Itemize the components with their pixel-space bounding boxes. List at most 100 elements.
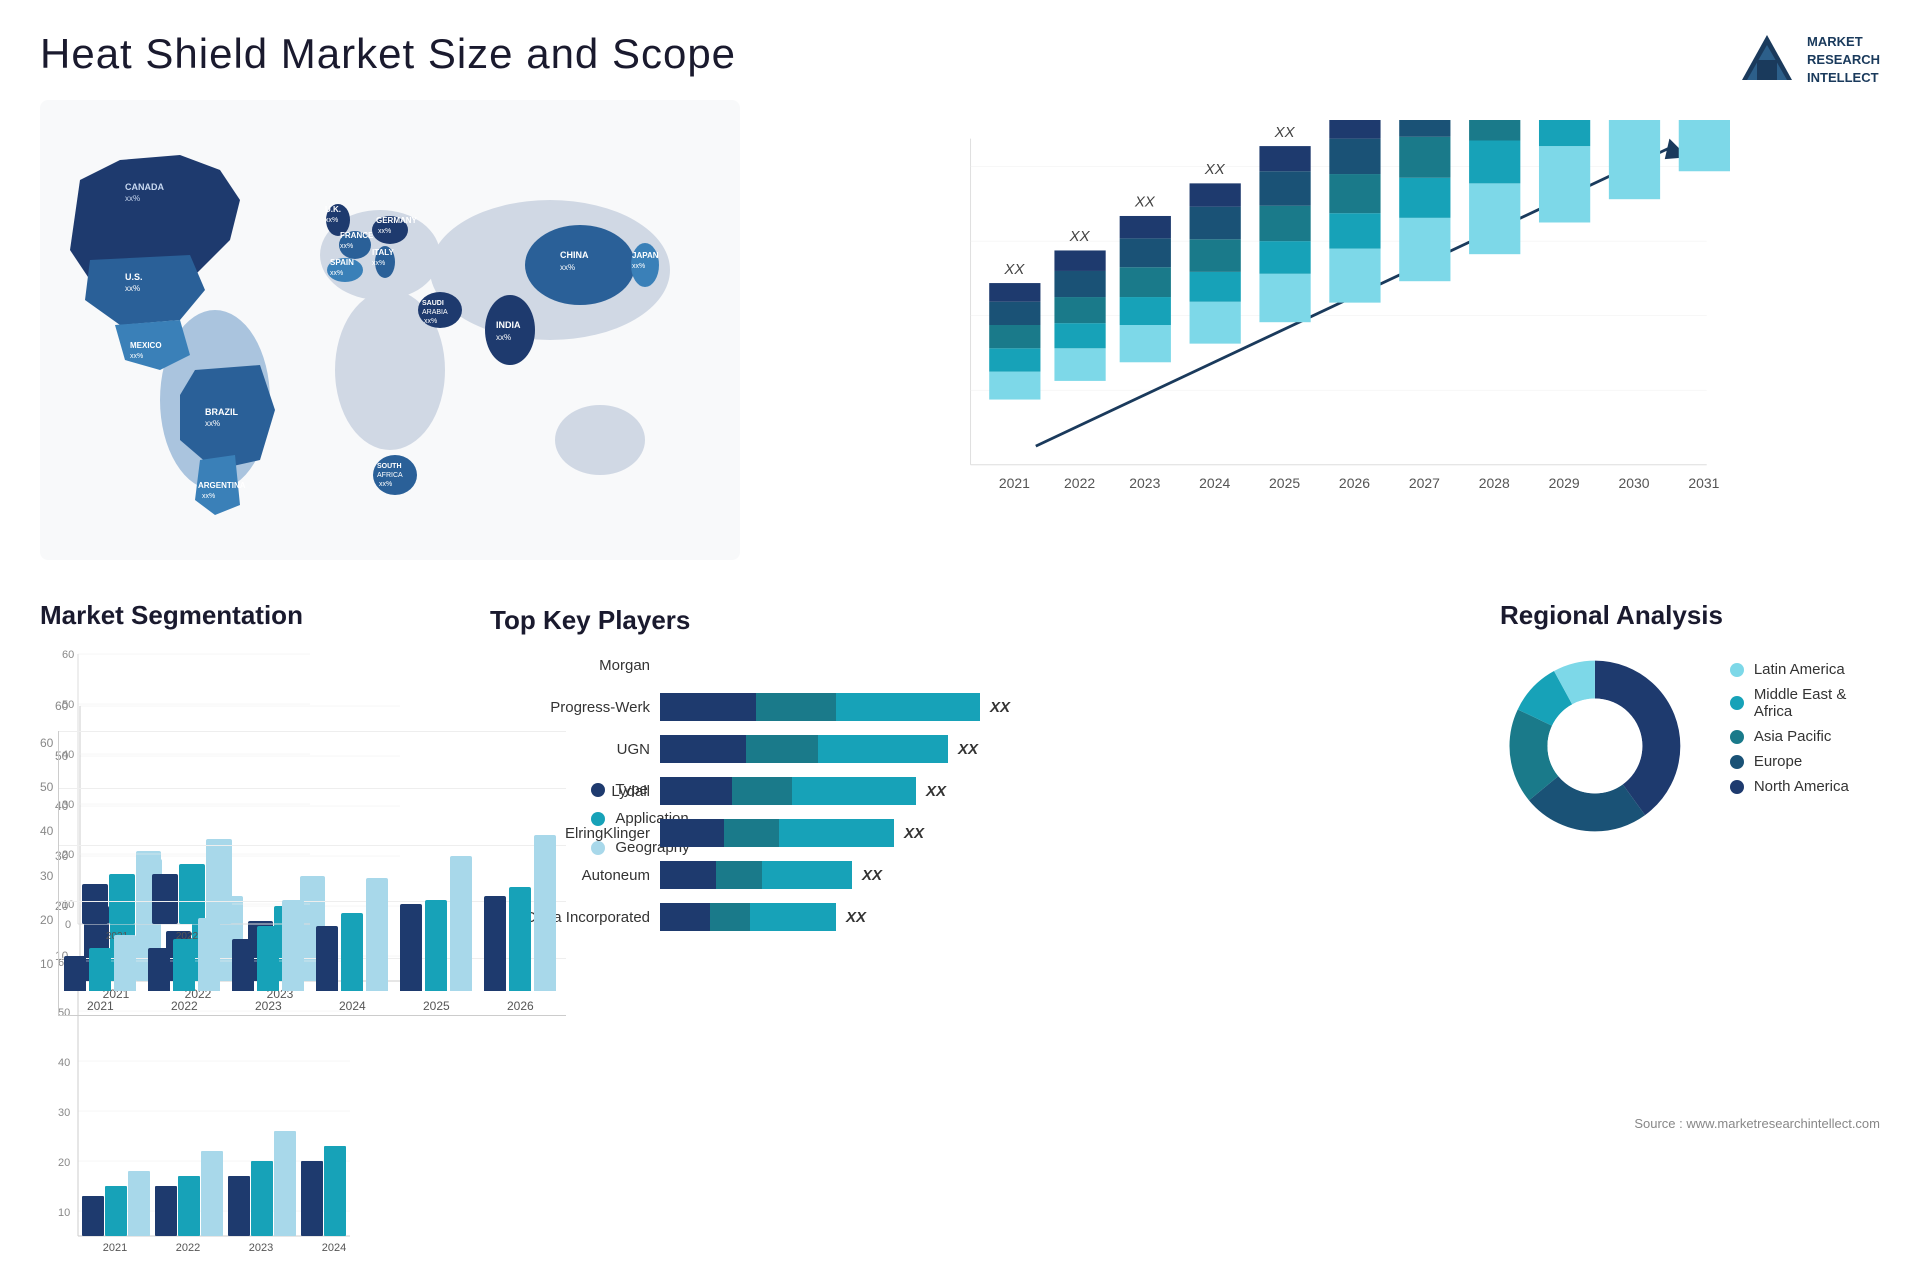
svg-text:40: 40 [58,1057,70,1069]
svg-text:xx%: xx% [130,353,143,360]
legend-dot-asia-pacific [1730,730,1744,744]
header: Heat Shield Market Size and Scope MARKET… [0,0,1920,100]
seg-group-2026: 2026 [484,835,556,991]
svg-text:2021: 2021 [999,475,1030,491]
legend-dot-north-america [1730,780,1744,794]
svg-text:XX: XX [1134,195,1156,211]
regional-title: Regional Analysis [1500,600,1880,631]
svg-text:SPAIN: SPAIN [330,258,354,267]
svg-text:SAUDI: SAUDI [422,300,444,307]
player-bar-progress-werk: XX [660,693,1470,721]
svg-text:60: 60 [62,649,74,661]
svg-text:U.K.: U.K. [325,205,341,214]
player-autoneum: Autoneum XX [490,861,1470,889]
svg-text:CHINA: CHINA [560,250,589,260]
svg-text:xx%: xx% [125,194,140,203]
svg-text:xx%: xx% [496,333,511,342]
svg-text:xx%: xx% [560,263,575,272]
svg-text:FRANCE: FRANCE [340,231,374,240]
svg-text:xx%: xx% [125,284,140,293]
logo-icon [1737,30,1797,90]
svg-text:xx%: xx% [632,263,645,270]
svg-text:2023: 2023 [1129,475,1160,491]
svg-text:XX: XX [1204,162,1226,178]
svg-text:AFRICA: AFRICA [377,472,403,479]
seg-group-2021: 2021 [64,935,136,991]
svg-text:xx%: xx% [424,318,437,325]
players-container: Top Key Players Morgan Progress-Werk [490,600,1470,1080]
svg-text:ARGENTINA: ARGENTINA [198,481,246,490]
svg-text:ITALY: ITALY [372,248,394,257]
svg-text:CANADA: CANADA [125,182,164,192]
player-bar-morgan [660,651,1470,679]
seg-group-2024: 2024 [316,878,388,991]
svg-text:XX: XX [1069,229,1091,245]
svg-text:INDIA: INDIA [496,320,521,330]
svg-text:xx%: xx% [330,270,343,277]
source-text: Source : www.marketresearchintellect.com [1634,1116,1880,1131]
svg-text:BRAZIL: BRAZIL [205,407,238,417]
svg-text:JAPAN: JAPAN [632,251,659,260]
players-title: Top Key Players [490,605,1470,636]
svg-text:30: 30 [58,1107,70,1119]
legend-dot-middle-east [1730,696,1744,710]
legend-north-america: North America [1730,778,1880,795]
logo-container: MARKET RESEARCH INTELLECT [1737,30,1880,90]
page-title: Heat Shield Market Size and Scope [40,30,736,78]
logo-text: MARKET RESEARCH INTELLECT [1807,33,1880,88]
legend-dot-latin-america [1730,663,1744,677]
map-container: CANADA xx% U.S. xx% MEXICO xx% BRAZIL xx… [40,100,740,580]
svg-text:SOUTH: SOUTH [377,463,402,470]
svg-text:ARABIA: ARABIA [422,309,448,316]
player-name-progress-werk: Progress-Werk [490,699,650,716]
svg-text:2024: 2024 [322,1242,346,1254]
legend-europe: Europe [1730,753,1880,770]
svg-text:xx%: xx% [325,217,338,224]
legend-latin-america: Latin America [1730,661,1880,678]
svg-text:XX: XX [1274,125,1296,141]
svg-text:xx%: xx% [379,481,392,488]
player-bar-elringklinger: XX [660,819,1470,847]
player-ugn: UGN XX [490,735,1470,763]
top-section: CANADA xx% U.S. xx% MEXICO xx% BRAZIL xx… [0,100,1920,580]
svg-text:GERMANY: GERMANY [376,216,418,225]
regional-container: Regional Analysis [1500,600,1880,1080]
svg-text:2024: 2024 [1199,475,1230,491]
svg-text:2023: 2023 [249,1242,273,1254]
svg-text:2028: 2028 [1479,475,1510,491]
player-dana: Dana Incorporated XX [490,903,1470,931]
svg-text:2031: 2031 [1688,475,1719,491]
player-bar-lydall: XX [660,777,1470,805]
svg-text:xx%: xx% [340,243,353,250]
legend-dot-europe [1730,755,1744,769]
svg-text:2029: 2029 [1549,475,1580,491]
bar-chart-container: XX 2021 XX 2022 XX 2023 XX 20 [760,100,1880,580]
player-bar-autoneum: XX [660,861,1470,889]
svg-text:2027: 2027 [1409,475,1440,491]
player-progress-werk: Progress-Werk XX [490,693,1470,721]
player-bar-ugn: XX [660,735,1470,763]
player-bar-dana: XX [660,903,1470,931]
bottom-section: Market Segmentation 60 50 40 30 20 10 0 [0,580,1920,1100]
svg-text:xx%: xx% [372,260,385,267]
svg-text:10: 10 [58,1207,70,1219]
segmentation-title: Market Segmentation [40,600,460,631]
svg-text:2026: 2026 [1339,475,1370,491]
svg-text:2030: 2030 [1618,475,1649,491]
svg-text:xx%: xx% [202,493,215,500]
donut-chart [1500,646,1690,846]
svg-text:2021: 2021 [103,1242,127,1254]
svg-text:XX: XX [1003,262,1025,278]
player-name-morgan: Morgan [490,657,650,674]
segmentation-container: Market Segmentation 60 50 40 30 20 10 0 [40,600,460,1080]
svg-text:2022: 2022 [1064,475,1095,491]
svg-text:50: 50 [62,699,74,711]
svg-text:xx%: xx% [205,419,220,428]
legend-middle-east-africa: Middle East & Africa [1730,686,1880,720]
seg-group-2022: 2022 [148,918,220,991]
svg-text:2022: 2022 [176,1242,200,1254]
legend-asia-pacific: Asia Pacific [1730,728,1880,745]
svg-text:U.S.: U.S. [125,272,143,282]
player-lydall: Lydall XX [490,777,1470,805]
seg-group-2025: 2025 [400,856,472,991]
